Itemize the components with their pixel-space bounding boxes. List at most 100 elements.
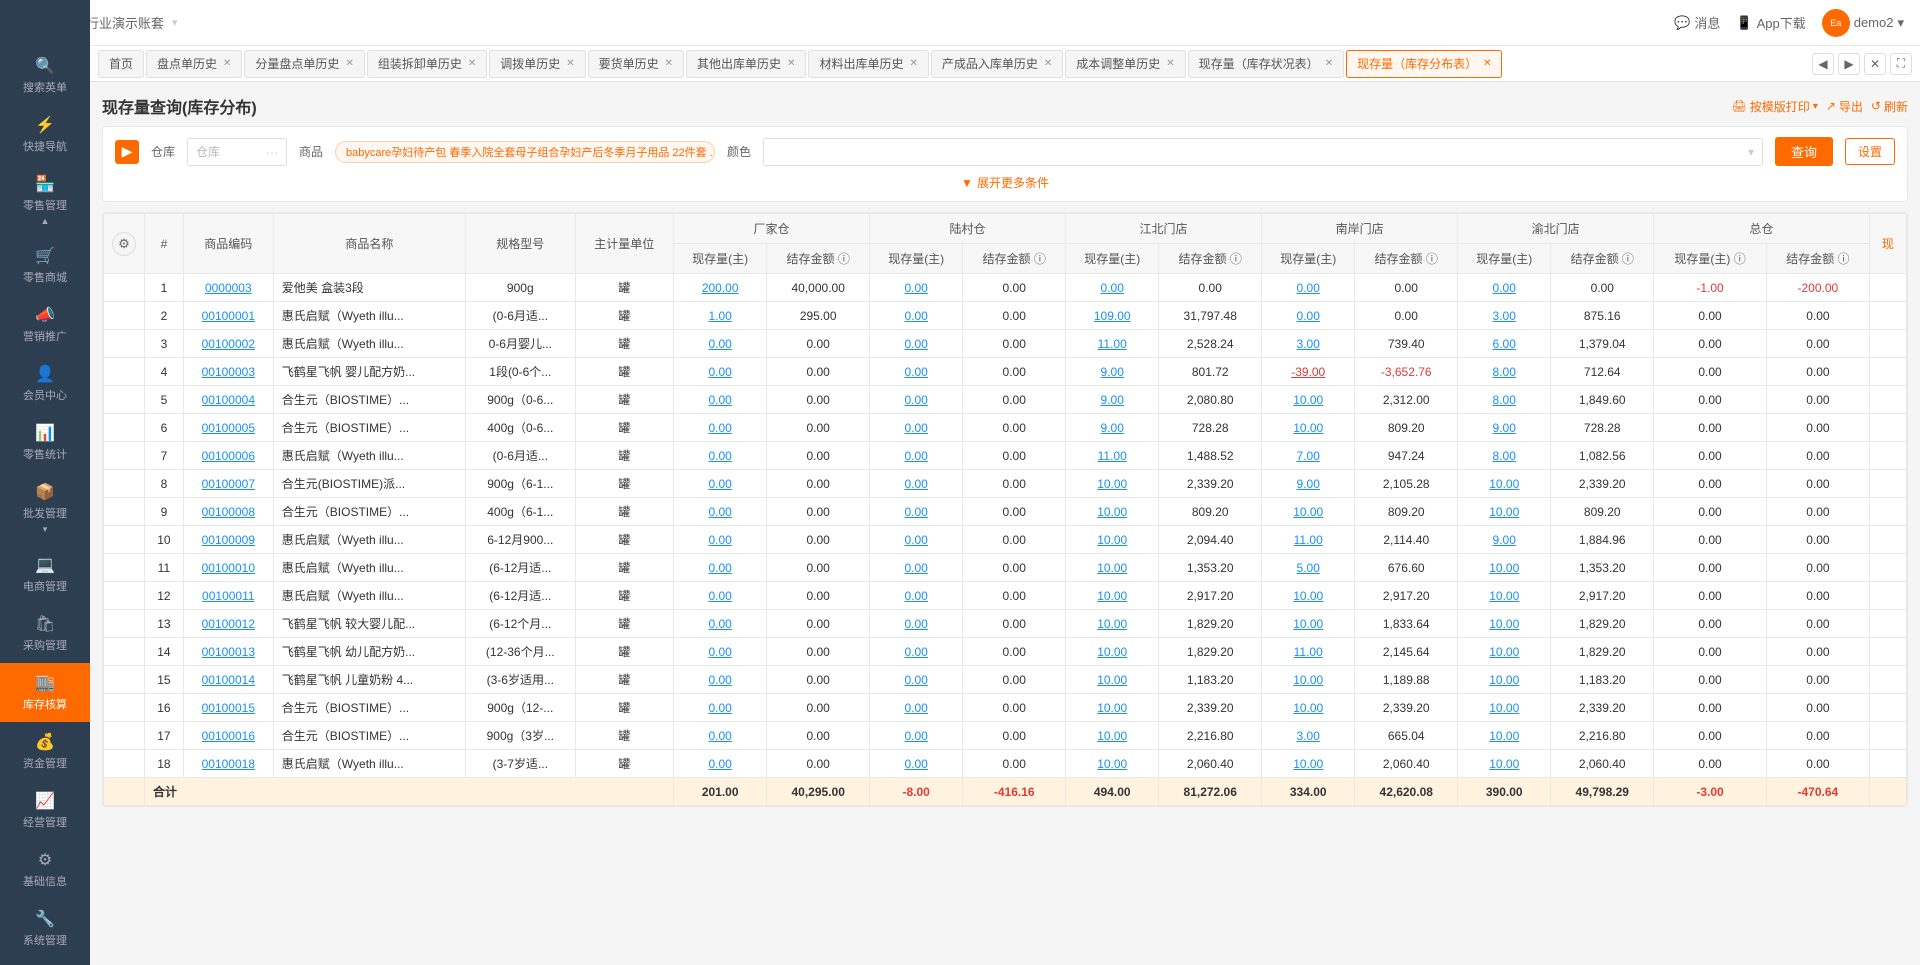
sidebar-item-quicknav[interactable]: ⚡ 快捷导航 [0, 105, 90, 164]
row-factory-qty[interactable]: 0.00 [674, 358, 767, 386]
row-yubei-qty[interactable]: 9.00 [1458, 526, 1551, 554]
tab-stock-status-close[interactable]: ✕ [1325, 58, 1333, 69]
tab-stock-dist-close[interactable]: ✕ [1483, 58, 1491, 69]
row-code[interactable]: 00100004 [183, 386, 273, 414]
row-factory-qty[interactable]: 0.00 [674, 722, 767, 750]
row-yubei-qty[interactable]: 6.00 [1458, 330, 1551, 358]
sidebar-item-ecommerce[interactable]: 💻 电商管理 [0, 545, 90, 604]
row-lucun-qty[interactable]: 0.00 [870, 274, 963, 302]
row-jiangbei-qty[interactable]: 10.00 [1066, 526, 1159, 554]
row-yubei-qty[interactable]: 10.00 [1458, 750, 1551, 778]
row-code[interactable]: 00100011 [183, 582, 273, 610]
row-lucun-qty[interactable]: 0.00 [870, 498, 963, 526]
tab-prev-btn[interactable]: ◀ [1812, 53, 1834, 75]
row-lucun-qty[interactable]: 0.00 [870, 638, 963, 666]
row-jiangbei-qty[interactable]: 10.00 [1066, 666, 1159, 694]
row-yubei-qty[interactable]: 10.00 [1458, 610, 1551, 638]
row-jiangbei-qty[interactable]: 10.00 [1066, 610, 1159, 638]
sidebar-item-basic[interactable]: ⚙ 基础信息 [0, 840, 90, 899]
goods-filter-tag[interactable]: babycare孕妇待产包 春季入院全套母子组合孕妇产后冬季月子用品 22件套 … [335, 141, 715, 163]
user-info[interactable]: Ea demo2 ▾ [1822, 9, 1904, 37]
row-yubei-qty[interactable]: 10.00 [1458, 582, 1551, 610]
sidebar-item-retail[interactable]: 🏪 零售管理 ▲ [0, 164, 90, 236]
row-code[interactable]: 00100005 [183, 414, 273, 442]
tab-material-out-close[interactable]: ✕ [909, 58, 917, 69]
row-factory-qty[interactable]: 0.00 [674, 498, 767, 526]
message-btn[interactable]: 💬 消息 [1674, 13, 1720, 32]
tab-stock-status[interactable]: 现存量（库存状况表） ✕ [1188, 50, 1344, 78]
sidebar-item-wholesale[interactable]: 📦 批发管理 ▾ [0, 472, 90, 545]
row-code[interactable]: 00100014 [183, 666, 273, 694]
row-factory-qty[interactable]: 0.00 [674, 610, 767, 638]
row-nanyan-qty[interactable]: 9.00 [1262, 470, 1355, 498]
row-jiangbei-qty[interactable]: 10.00 [1066, 498, 1159, 526]
row-factory-qty[interactable]: 0.00 [674, 330, 767, 358]
row-yubei-qty[interactable]: 10.00 [1458, 498, 1551, 526]
tab-cost-adj[interactable]: 成本调整单历史 ✕ [1065, 50, 1185, 78]
row-code[interactable]: 00100012 [183, 610, 273, 638]
row-nanyan-qty[interactable]: 11.00 [1262, 638, 1355, 666]
row-factory-qty[interactable]: 0.00 [674, 386, 767, 414]
row-lucun-qty[interactable]: 0.00 [870, 554, 963, 582]
sidebar-item-member[interactable]: 👤 会员中心 [0, 354, 90, 413]
row-nanyan-qty[interactable]: 10.00 [1262, 582, 1355, 610]
row-jiangbei-qty[interactable]: 11.00 [1066, 442, 1159, 470]
row-jiangbei-qty[interactable]: 10.00 [1066, 750, 1159, 778]
tab-inventory-split[interactable]: 分量盘点单历史 ✕ [244, 50, 364, 78]
row-yubei-qty[interactable]: 10.00 [1458, 638, 1551, 666]
tab-transfer-close[interactable]: ✕ [566, 58, 574, 69]
dropdown-arrow[interactable]: ▾ [172, 16, 178, 29]
tab-transfer[interactable]: 调拨单历史 ✕ [489, 50, 585, 78]
row-lucun-qty[interactable]: 0.00 [870, 414, 963, 442]
tab-demand[interactable]: 要货单历史 ✕ [588, 50, 684, 78]
row-yubei-qty[interactable]: 0.00 [1458, 274, 1551, 302]
row-nanyan-qty[interactable]: 7.00 [1262, 442, 1355, 470]
row-nanyan-qty[interactable]: 10.00 [1262, 750, 1355, 778]
tab-inventory-single[interactable]: 盘点单历史 ✕ [146, 50, 242, 78]
row-nanyan-qty[interactable]: 3.00 [1262, 722, 1355, 750]
row-jiangbei-qty[interactable]: 9.00 [1066, 386, 1159, 414]
row-yubei-qty[interactable]: 8.00 [1458, 386, 1551, 414]
row-lucun-qty[interactable]: 0.00 [870, 582, 963, 610]
sidebar-item-corp[interactable]: 🤝 企业协同 [0, 958, 90, 965]
tab-cost-adj-close[interactable]: ✕ [1166, 58, 1174, 69]
search-button[interactable]: 查询 [1775, 137, 1833, 166]
tab-next-btn[interactable]: ▶ [1838, 53, 1860, 75]
user-dropdown[interactable]: ▾ [1897, 15, 1904, 31]
row-nanyan-qty[interactable]: 10.00 [1262, 386, 1355, 414]
row-nanyan-qty[interactable]: 10.00 [1262, 694, 1355, 722]
tab-other-out[interactable]: 其他出库单历史 ✕ [686, 50, 806, 78]
row-yubei-qty[interactable]: 8.00 [1458, 358, 1551, 386]
expand-conditions-row[interactable]: ▼ 展开更多条件 [115, 174, 1895, 191]
row-code[interactable]: 00100001 [183, 302, 273, 330]
row-lucun-qty[interactable]: 0.00 [870, 722, 963, 750]
row-code[interactable]: 00100006 [183, 442, 273, 470]
sidebar-item-retail-stat[interactable]: 📊 零售统计 [0, 413, 90, 472]
sidebar-item-retail-shop[interactable]: 🛒 零售商城 [0, 236, 90, 295]
row-yubei-qty[interactable]: 8.00 [1458, 442, 1551, 470]
sidebar-item-stock[interactable]: 🏬 库存核算 [0, 663, 90, 722]
export-btn[interactable]: ↗ 导出 [1826, 98, 1863, 115]
tab-product-in[interactable]: 产成品入库单历史 ✕ [931, 50, 1063, 78]
row-code[interactable]: 00100010 [183, 554, 273, 582]
row-yubei-qty[interactable]: 10.00 [1458, 722, 1551, 750]
row-lucun-qty[interactable]: 0.00 [870, 470, 963, 498]
row-code[interactable]: 0000003 [183, 274, 273, 302]
row-code[interactable]: 00100016 [183, 722, 273, 750]
row-factory-qty[interactable]: 0.00 [674, 638, 767, 666]
row-nanyan-qty[interactable]: 11.00 [1262, 526, 1355, 554]
color-input[interactable]: ▾ [763, 138, 1763, 166]
tab-inventory-single-close[interactable]: ✕ [223, 58, 231, 69]
sidebar-item-search[interactable]: 🔍 搜索英单 [0, 46, 90, 105]
row-jiangbei-qty[interactable]: 10.00 [1066, 694, 1159, 722]
row-lucun-qty[interactable]: 0.00 [870, 610, 963, 638]
row-factory-qty[interactable]: 0.00 [674, 526, 767, 554]
tab-assembly[interactable]: 组装拆卸单历史 ✕ [367, 50, 487, 78]
print-btn[interactable]: 🖨 按模版打印 ▾ [1732, 98, 1818, 115]
row-lucun-qty[interactable]: 0.00 [870, 666, 963, 694]
row-yubei-qty[interactable]: 10.00 [1458, 470, 1551, 498]
print-dropdown[interactable]: ▾ [1813, 101, 1818, 112]
row-yubei-qty[interactable]: 9.00 [1458, 414, 1551, 442]
tab-fullscreen-btn[interactable]: ⛶ [1890, 53, 1912, 75]
color-dropdown[interactable]: ▾ [1748, 145, 1754, 159]
